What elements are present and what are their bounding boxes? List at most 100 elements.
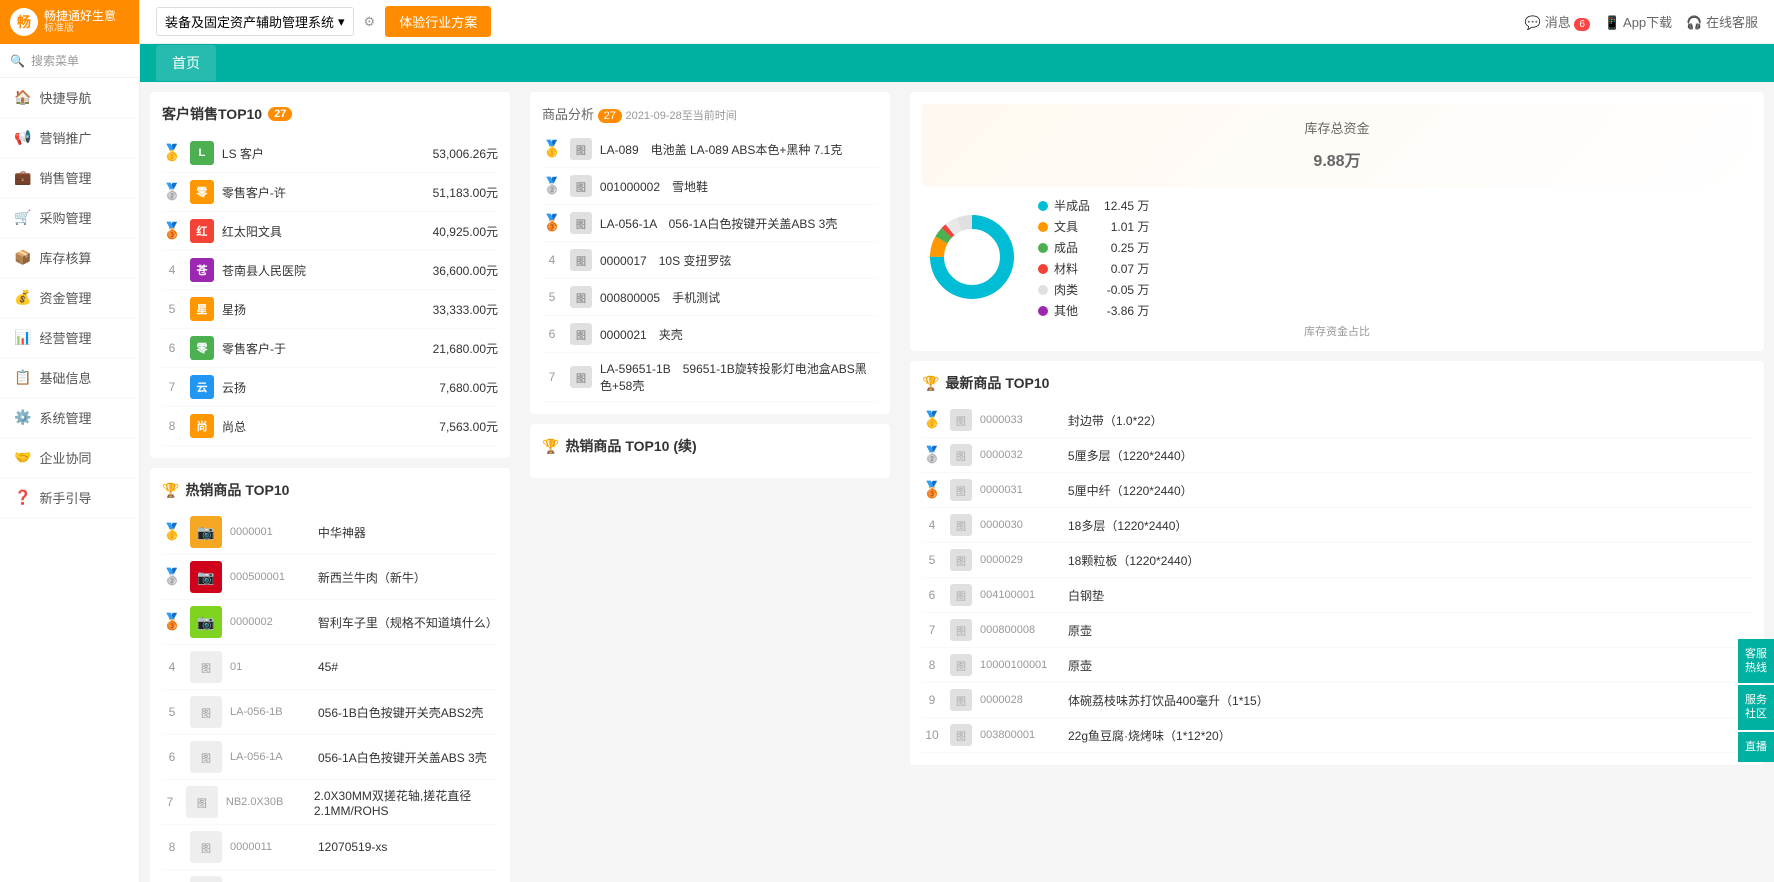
home-icon: 🏠 (14, 89, 31, 106)
rank-number: 5 (162, 302, 182, 316)
latest-product-item[interactable]: 🥉 图 0000031 5厘中纤（1220*2440） (922, 473, 1752, 508)
hot-product-item[interactable]: 6 图 LA-056-1A 056-1A白色按键开关盖ABS 3壳 (162, 735, 498, 780)
product-code: 0000028 (980, 694, 1060, 706)
hot-product-item[interactable]: 8 图 0000011 12070519-xs (162, 825, 498, 870)
hot-products-card: 🏆 热销商品 TOP10 🥇 📷 0000001 中华神器 🥈 📷 000500… (150, 468, 510, 882)
system-dropdown[interactable]: 装备及固定资产辅助管理系统 ▾ (156, 7, 354, 36)
product-icon: 图 (570, 212, 592, 234)
product-icon: 图 (950, 619, 972, 641)
inventory-header: 库存总资金 9.88万 (922, 104, 1752, 187)
float-live-button[interactable]: 直播 (1738, 732, 1774, 762)
latest-product-item[interactable]: 5 图 0000029 18颗粒板（1220*2440） (922, 543, 1752, 578)
latest-products-list: 🥇 图 0000033 封边带（1.0*22） 🥈 图 0000032 5厘多层… (922, 403, 1752, 753)
rank-number: 9 (922, 693, 942, 707)
product-thumbnail-placeholder: 图 (190, 696, 222, 728)
latest-product-item[interactable]: 10 图 003800001 22g鱼豆腐·烧烤味（1*12*20） (922, 718, 1752, 753)
tab-home[interactable]: 首页 (156, 45, 216, 81)
hot-products-title: 🏆 热销商品 TOP10 (162, 480, 498, 500)
sidebar-item-system[interactable]: ⚙️ 系统管理 (0, 398, 139, 438)
operations-icon: 📊 (14, 329, 31, 346)
product-icon: 图 (570, 175, 592, 197)
legend-item: 其他 -3.86 万 (1038, 302, 1149, 319)
legend-item: 文具 1.01 万 (1038, 218, 1149, 235)
product-icon: 图 (950, 444, 972, 466)
customer-name: 零售客户-于 (222, 340, 425, 357)
sidebar-item-finance[interactable]: 💰 资金管理 (0, 278, 139, 318)
customer-avatar: 尚 (190, 414, 214, 438)
product-thumbnail-placeholder: 图 (190, 741, 222, 773)
customer-rank-item[interactable]: 6 零 零售客户-于 21,680.00元 (162, 329, 498, 368)
top-product-item[interactable]: 6 图 0000021 夹壳 (542, 316, 878, 353)
customer-rank-item[interactable]: 8 尚 尚总 7,563.00元 (162, 407, 498, 446)
inventory-summary-card: 库存总资金 9.88万 (910, 92, 1764, 351)
hot-product-item[interactable]: 9 图 KK-SD22110H 花语萌馆温分罐罐袋（厚款） (162, 870, 498, 882)
settings-icon[interactable]: ⚙ (364, 14, 376, 30)
top-product-item[interactable]: 🥈 图 001000002 雪地鞋 (542, 168, 878, 205)
message-button[interactable]: 💬 消息 6 (1525, 12, 1590, 31)
product-thumbnail: 📷 (190, 606, 222, 638)
float-hotline-button[interactable]: 客服热线 (1738, 639, 1774, 684)
app-download-button[interactable]: 📱 App下载 (1604, 12, 1672, 31)
sidebar-item-shortcut[interactable]: 🏠 快捷导航 (0, 78, 139, 118)
product-name: 5厘中纤（1220*2440） (1068, 482, 1193, 499)
product-icon: 图 (950, 514, 972, 536)
top-product-item[interactable]: 5 图 000800005 手机测试 (542, 279, 878, 316)
sidebar-item-guide[interactable]: ❓ 新手引导 (0, 478, 139, 518)
sidebar-item-inventory[interactable]: 📦 库存核算 (0, 238, 139, 278)
top-product-item[interactable]: 🥉 图 LA-056-1A 056-1A白色按键开关盖ABS 3壳 (542, 205, 878, 242)
medal-icon: 🥈 (162, 567, 182, 587)
float-community-button[interactable]: 服务社区 (1738, 685, 1774, 730)
top-product-item[interactable]: 7 图 LA-59651-1B 59651-1B旋转投影灯电池盒ABS黑色+58… (542, 353, 878, 402)
top-product-item[interactable]: 🥇 图 LA-089 电池盖 LA-089 ABS本色+黑种 7.1克 (542, 131, 878, 168)
latest-products-title: 🏆 最新商品 TOP10 (922, 373, 1752, 393)
hot-product-item[interactable]: 🥇 📷 0000001 中华神器 (162, 510, 498, 555)
legend-value: 12.45 万 (1104, 197, 1149, 214)
customer-value: 36,600.00元 (433, 262, 498, 279)
sidebar-item-basic[interactable]: 📋 基础信息 (0, 358, 139, 398)
inventory-total-value: 9.88万 (936, 141, 1738, 173)
legend-dot (1038, 222, 1048, 232)
latest-product-item[interactable]: 4 图 0000030 18多层（1220*2440） (922, 508, 1752, 543)
hot-product-item[interactable]: 5 图 LA-056-1B 056-1B白色按键开关壳ABS2壳 (162, 690, 498, 735)
legend-label: 肉类 (1054, 281, 1093, 298)
customer-rank-item[interactable]: 5 星 星扬 33,333.00元 (162, 290, 498, 329)
customer-rank-item[interactable]: 🥇 L LS 客户 53,006.26元 (162, 134, 498, 173)
online-service-button[interactable]: 🎧 在线客服 (1686, 12, 1758, 31)
latest-product-item[interactable]: 🥈 图 0000032 5厘多层（1220*2440） (922, 438, 1752, 473)
legend-item: 肉类 -0.05 万 (1038, 281, 1149, 298)
sidebar-item-sales[interactable]: 💼 销售管理 (0, 158, 139, 198)
sidebar-search[interactable]: 🔍 搜索菜单 (0, 44, 139, 78)
hot-product-item[interactable]: 🥉 📷 0000002 智利车子里（规格不知道填什么） (162, 600, 498, 645)
page-tab-bar: 首页 (140, 44, 1774, 82)
customer-rank-item[interactable]: 4 苍 苍南县人民医院 36,600.00元 (162, 251, 498, 290)
latest-products-card: 🏆 最新商品 TOP10 🥇 图 0000033 封边带（1.0*22） 🥈 图… (910, 361, 1764, 765)
hot-product-item[interactable]: 🥈 📷 000500001 新西兰牛肉（新牛） (162, 555, 498, 600)
trial-button[interactable]: 体验行业方案 (385, 6, 491, 37)
medal-icon: 🥈 (542, 176, 562, 196)
latest-product-item[interactable]: 9 图 0000028 体碗荔枝味苏打饮品400毫升（1*15） (922, 683, 1752, 718)
sidebar-item-operations[interactable]: 📊 经营管理 (0, 318, 139, 358)
product-icon: 图 (570, 366, 592, 388)
guide-icon: ❓ (14, 489, 31, 506)
sidebar-item-purchase[interactable]: 🛒 采购管理 (0, 198, 139, 238)
sidebar-item-cooperation[interactable]: 🤝 企业协同 (0, 438, 139, 478)
rank-number: 7 (162, 380, 182, 394)
latest-product-item[interactable]: 6 图 004100001 白钢垫 (922, 578, 1752, 613)
hot-product-item[interactable]: 7 图 NB2.0X30B 2.0X30MM双搓花轴,搓花直径2.1MM/ROH… (162, 780, 498, 825)
product-name: 中华神器 (318, 524, 366, 541)
medal-icon: 🥉 (162, 221, 182, 241)
customer-value: 21,680.00元 (433, 340, 498, 357)
product-thumbnail: 📷 (190, 516, 222, 548)
hot-product-item[interactable]: 4 图 01 45# (162, 645, 498, 690)
customer-rank-item[interactable]: 7 云 云扬 7,680.00元 (162, 368, 498, 407)
latest-product-item[interactable]: 7 图 000800008 原壶 (922, 613, 1752, 648)
latest-product-item[interactable]: 🥇 图 0000033 封边带（1.0*22） (922, 403, 1752, 438)
product-code-name: 000800005 手机测试 (600, 289, 878, 306)
customer-avatar: L (190, 141, 214, 165)
top-product-item[interactable]: 4 图 0000017 10S 变扭罗弦 (542, 242, 878, 279)
legend-label: 成品 (1054, 239, 1097, 256)
customer-rank-item[interactable]: 🥉 红 红太阳文具 40,925.00元 (162, 212, 498, 251)
sidebar-item-marketing[interactable]: 📢 营销推广 (0, 118, 139, 158)
customer-rank-item[interactable]: 🥈 零 零售客户-许 51,183.00元 (162, 173, 498, 212)
latest-product-item[interactable]: 8 图 10000100001 原壶 (922, 648, 1752, 683)
